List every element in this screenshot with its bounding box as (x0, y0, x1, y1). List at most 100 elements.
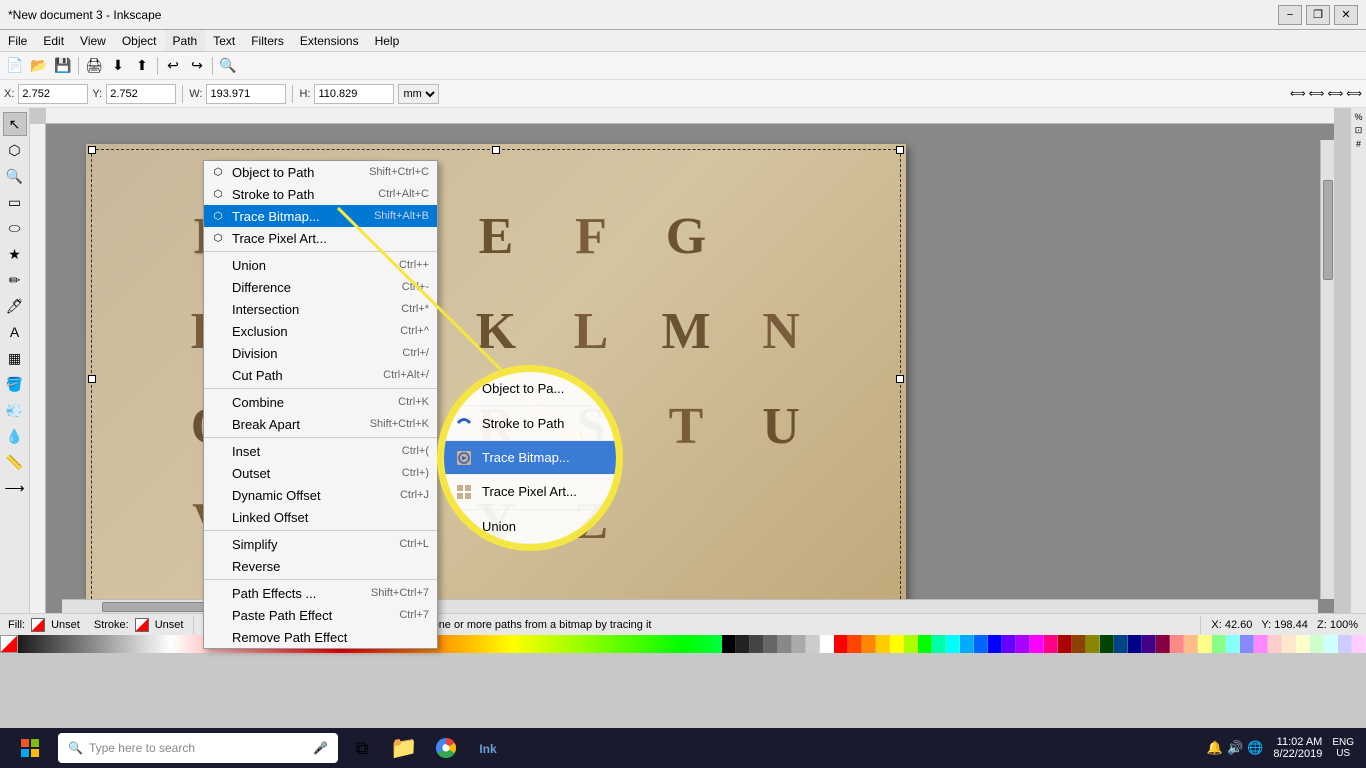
snap-toggle[interactable]: % (1354, 112, 1362, 122)
color-swatch[interactable] (848, 635, 862, 653)
minimize-button[interactable]: − (1278, 5, 1302, 25)
menu-difference[interactable]: Difference Ctrl+- (204, 276, 437, 298)
menu-reverse[interactable]: Reverse (204, 555, 437, 577)
menu-exclusion[interactable]: Exclusion Ctrl+^ (204, 320, 437, 342)
import-button[interactable]: ⬇ (107, 55, 129, 77)
snap-grid[interactable]: # (1356, 139, 1361, 149)
color-swatch[interactable] (890, 635, 904, 653)
node-tool[interactable]: ⬡ (3, 138, 27, 162)
handle-tl[interactable] (88, 146, 96, 154)
color-swatch[interactable] (1100, 635, 1114, 653)
color-swatch[interactable] (876, 635, 890, 653)
color-swatch[interactable] (1240, 635, 1254, 653)
connector-tool[interactable]: ⟶ (3, 476, 27, 500)
color-swatch[interactable] (1352, 635, 1366, 653)
color-swatch[interactable] (1324, 635, 1338, 653)
menu-union[interactable]: Union Ctrl++ (204, 254, 437, 276)
ac-stroke-to-path[interactable]: Stroke to Path (444, 406, 616, 440)
zoom-in-button[interactable]: 🔍 (217, 55, 239, 77)
pen-tool[interactable]: 🖊 (3, 294, 27, 318)
menu-simplify[interactable]: Simplify Ctrl+L (204, 533, 437, 555)
notification-icon[interactable]: 🔔 (1207, 740, 1223, 756)
close-button[interactable]: ✕ (1334, 5, 1358, 25)
menu-stroke-to-path[interactable]: ⬡ Stroke to Path Ctrl+Alt+C (204, 183, 437, 205)
handle-ml[interactable] (88, 375, 96, 383)
new-button[interactable]: 📄 (4, 55, 26, 77)
start-button[interactable] (8, 730, 52, 766)
color-swatch[interactable] (1198, 635, 1212, 653)
ellipse-tool[interactable]: ⬭ (3, 216, 27, 240)
volume-icon[interactable]: 🔊 (1227, 740, 1243, 756)
menu-path-effects[interactable]: Path Effects ... Shift+Ctrl+7 (204, 582, 437, 604)
color-swatch[interactable] (1296, 635, 1310, 653)
menu-trace-bitmap[interactable]: ⬡ Trace Bitmap... Shift+Alt+B (204, 205, 437, 227)
color-swatch[interactable] (1128, 635, 1142, 653)
menu-help[interactable]: Help (367, 30, 408, 51)
snap-nodes[interactable]: ⊡ (1355, 125, 1363, 136)
menu-view[interactable]: View (72, 30, 114, 51)
menu-object-to-path[interactable]: ⬡ Object to Path Shift+Ctrl+C (204, 161, 437, 183)
taskbar-search[interactable]: 🔍 Type here to search 🎤 (58, 733, 338, 763)
color-swatch[interactable] (792, 635, 806, 653)
undo-button[interactable]: ↩ (162, 55, 184, 77)
pencil-tool[interactable]: ✏ (3, 268, 27, 292)
zoom-tool[interactable]: 🔍 (3, 164, 27, 188)
menu-paste-path-effect[interactable]: Paste Path Effect Ctrl+7 (204, 604, 437, 626)
color-swatch[interactable] (1114, 635, 1128, 653)
maximize-button[interactable]: ❐ (1306, 5, 1330, 25)
chrome-button[interactable] (428, 730, 464, 766)
stroke-swatch[interactable] (135, 618, 149, 632)
color-swatch[interactable] (1002, 635, 1016, 653)
color-swatch[interactable] (1156, 635, 1170, 653)
spray-tool[interactable]: 💨 (3, 398, 27, 422)
color-swatch[interactable] (904, 635, 918, 653)
color-swatch[interactable] (988, 635, 1002, 653)
menu-edit[interactable]: Edit (35, 30, 72, 51)
unit-select[interactable]: mm px cm (398, 84, 439, 104)
menu-inset[interactable]: Inset Ctrl+( (204, 440, 437, 462)
color-swatch[interactable] (778, 635, 792, 653)
scrollbar-vertical[interactable] (1320, 140, 1334, 599)
color-swatch[interactable] (820, 635, 834, 653)
open-button[interactable]: 📂 (28, 55, 50, 77)
x-input[interactable] (18, 84, 88, 104)
color-swatch[interactable] (1030, 635, 1044, 653)
menu-intersection[interactable]: Intersection Ctrl+* (204, 298, 437, 320)
no-fill-swatch[interactable] (0, 635, 18, 653)
menu-object[interactable]: Object (114, 30, 165, 51)
menu-break-apart[interactable]: Break Apart Shift+Ctrl+K (204, 413, 437, 435)
menu-trace-pixel-art[interactable]: ⬡ Trace Pixel Art... (204, 227, 437, 249)
color-swatch[interactable] (1072, 635, 1086, 653)
color-swatch[interactable] (1338, 635, 1352, 653)
color-swatch[interactable] (932, 635, 946, 653)
color-swatch[interactable] (1254, 635, 1268, 653)
dropper-tool[interactable]: 💧 (3, 424, 27, 448)
select-tool[interactable]: ↖ (3, 112, 27, 136)
color-swatch[interactable] (1142, 635, 1156, 653)
color-swatch[interactable] (750, 635, 764, 653)
color-swatch[interactable] (1044, 635, 1058, 653)
color-swatch[interactable] (1310, 635, 1324, 653)
color-swatch[interactable] (764, 635, 778, 653)
handle-tc[interactable] (492, 146, 500, 154)
color-swatch[interactable] (974, 635, 988, 653)
menu-filters[interactable]: Filters (243, 30, 292, 51)
save-button[interactable]: 💾 (52, 55, 74, 77)
color-swatch[interactable] (1282, 635, 1296, 653)
ac-trace-pixel-art[interactable]: Trace Pixel Art... (444, 475, 616, 509)
network-icon[interactable]: 🌐 (1247, 740, 1263, 756)
color-swatch[interactable] (722, 635, 736, 653)
export-button[interactable]: ⬆ (131, 55, 153, 77)
color-swatch[interactable] (1212, 635, 1226, 653)
redo-button[interactable]: ↪ (186, 55, 208, 77)
color-swatch[interactable] (1184, 635, 1198, 653)
text-tool[interactable]: A (3, 320, 27, 344)
color-swatch[interactable] (1170, 635, 1184, 653)
color-swatch[interactable] (1086, 635, 1100, 653)
menu-extensions[interactable]: Extensions (292, 30, 367, 51)
h-input[interactable] (314, 84, 394, 104)
menu-cut-path[interactable]: Cut Path Ctrl+Alt+/ (204, 364, 437, 386)
handle-mr[interactable] (896, 375, 904, 383)
color-swatch[interactable] (1058, 635, 1072, 653)
color-swatch[interactable] (1268, 635, 1282, 653)
